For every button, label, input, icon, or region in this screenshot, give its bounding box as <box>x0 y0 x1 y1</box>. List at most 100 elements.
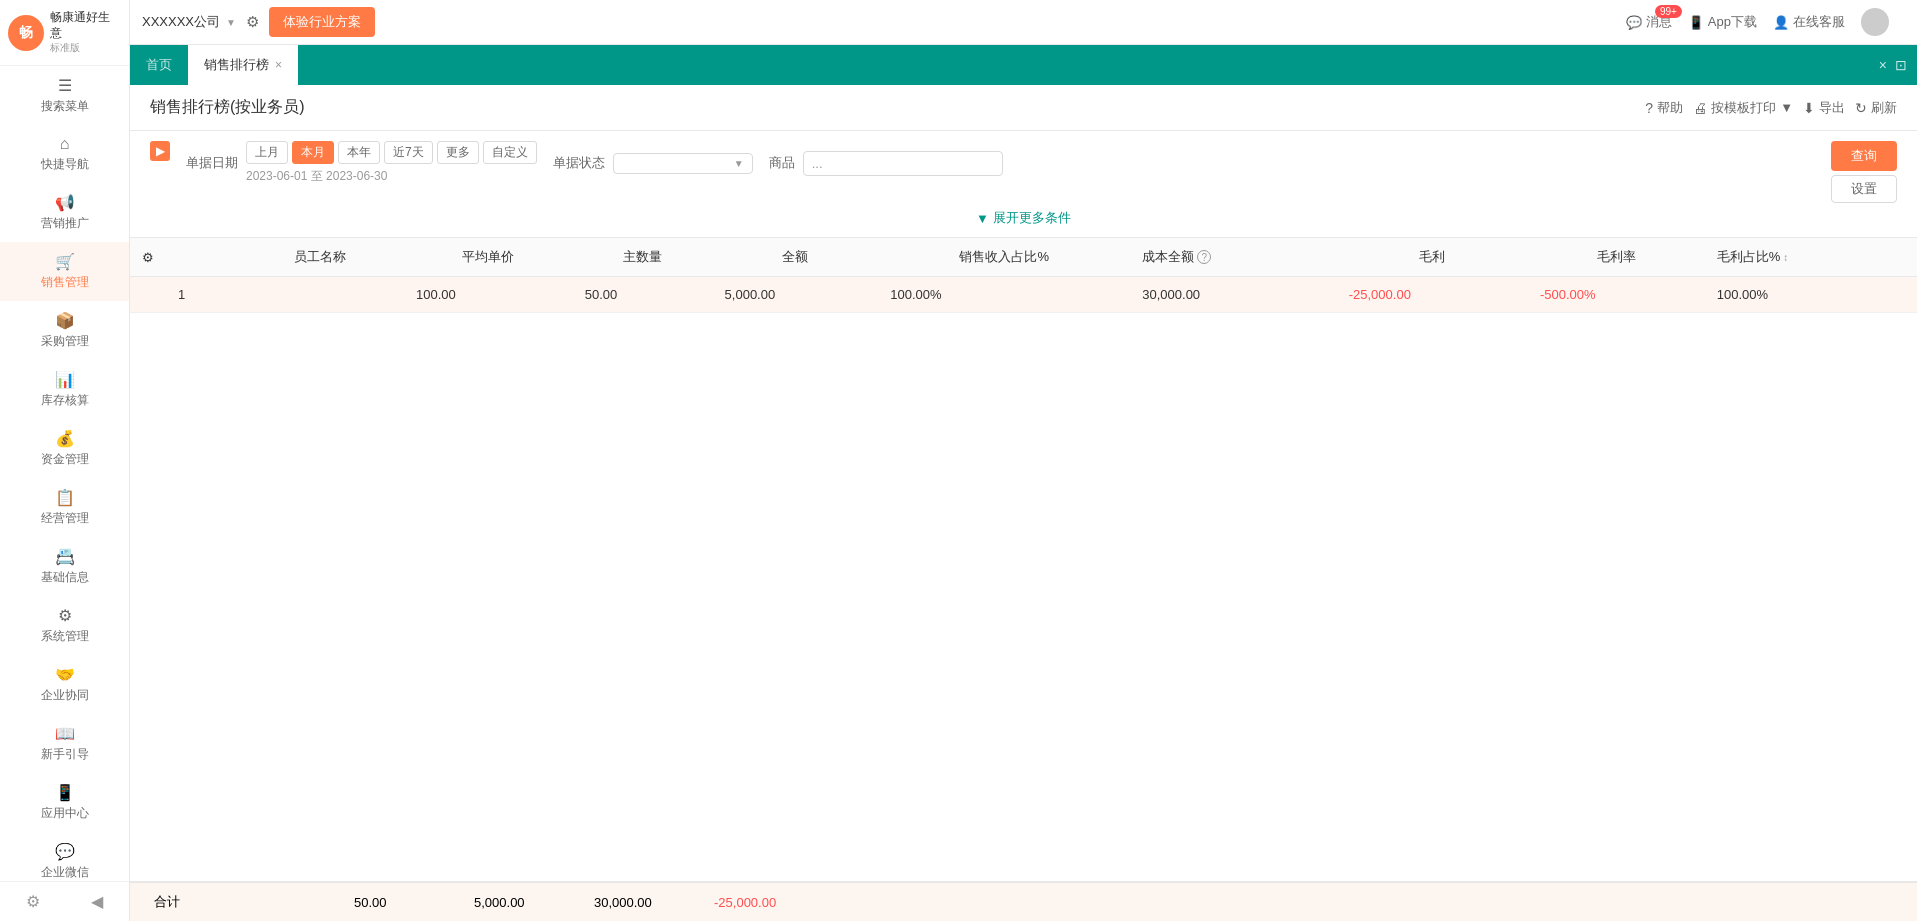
expand-more-btn[interactable]: ▼ 展开更多条件 <box>976 209 1071 227</box>
footer-amount: 5,000.00 <box>462 895 582 910</box>
logo-sub: 标准版 <box>50 41 121 55</box>
header-settings-icon[interactable]: ⚙ <box>246 13 259 31</box>
cost-help-icon[interactable]: ? <box>1197 250 1211 264</box>
collapse-icon[interactable]: ◀ <box>91 892 103 911</box>
sidebar-item-system[interactable]: ⚙ 系统管理 <box>0 596 129 655</box>
base-info-icon: 📇 <box>55 547 75 566</box>
date-btns-row: 上月 本月 本年 近7天 更多 自定义 <box>246 141 537 164</box>
qty-cell: 50.00 <box>573 277 713 313</box>
filter-toggle-arrow[interactable]: ▶ <box>150 141 170 161</box>
col-gross-profit: 毛利 <box>1337 238 1528 277</box>
app-download-btn[interactable]: 📱 App下载 <box>1688 13 1757 31</box>
sidebar-item-label: 企业协同 <box>41 687 89 704</box>
tab-bar-actions: × ⊡ <box>1869 45 1917 85</box>
tab-bar: 首页 销售排行榜 × × ⊡ <box>130 45 1917 85</box>
date-btn-this-year[interactable]: 本年 <box>338 141 380 164</box>
table-container: ⚙ 员工名称 平均单价 主数量 全额 <box>130 238 1917 881</box>
sidebar-item-quick-nav[interactable]: ⌂ 快捷导航 <box>0 125 129 183</box>
online-service-btn[interactable]: 👤 在线客服 <box>1773 13 1845 31</box>
goods-label: 商品 <box>769 154 795 172</box>
wechat-icon: 💬 <box>55 842 75 861</box>
sidebar-item-guide[interactable]: 📖 新手引导 <box>0 714 129 773</box>
date-btn-last-month[interactable]: 上月 <box>246 141 288 164</box>
status-filter: 单据状态 ▼ <box>553 153 753 174</box>
page-actions: ? 帮助 🖨 按模板打印 ▼ ⬇ 导出 ↻ 刷新 <box>1645 99 1897 117</box>
sidebar-item-operations[interactable]: 📋 经营管理 <box>0 478 129 537</box>
goods-filter: 商品 ... <box>769 151 1003 176</box>
sidebar-item-finance[interactable]: 💰 资金管理 <box>0 419 129 478</box>
tab-active-label: 销售排行榜 <box>204 56 269 74</box>
date-filter-label: 单据日期 <box>186 154 238 172</box>
trial-button[interactable]: 体验行业方案 <box>269 7 375 37</box>
top-header: XXXXXX公司 ▼ ⚙ 体验行业方案 💬 消息 99+ 📱 App下载 👤 在… <box>130 0 1917 45</box>
date-btn-this-month[interactable]: 本月 <box>292 141 334 164</box>
company-selector[interactable]: XXXXXX公司 ▼ <box>142 13 236 31</box>
goods-input-text: ... <box>812 156 994 171</box>
filter-section: ▶ 单据日期 上月 本月 本年 近7天 更多 自 <box>130 131 1917 238</box>
tab-home[interactable]: 首页 <box>130 45 188 85</box>
col-gross-rate: 毛利率 <box>1528 238 1705 277</box>
tab-close-icon[interactable]: × <box>275 58 282 72</box>
sidebar-item-label: 采购管理 <box>41 333 89 350</box>
sidebar-item-search-order[interactable]: ☰ 搜索菜单 <box>0 66 129 125</box>
footer-cost: 30,000.00 <box>582 895 702 910</box>
date-filter-group: 上月 本月 本年 近7天 更多 自定义 2023-06-01 至 2023-06… <box>246 141 537 185</box>
sidebar-item-label: 企业微信 <box>41 864 89 881</box>
guide-icon: 📖 <box>55 724 75 743</box>
status-select[interactable]: ▼ <box>613 153 753 174</box>
sidebar-item-label: 系统管理 <box>41 628 89 645</box>
col-settings[interactable]: ⚙ <box>130 238 166 277</box>
window-close-btn[interactable]: × <box>1879 57 1887 73</box>
sidebar-item-marketing[interactable]: 📢 营销推广 <box>0 183 129 242</box>
sidebar-item-enterprise[interactable]: 🤝 企业协同 <box>0 655 129 714</box>
export-label: 导出 <box>1819 99 1845 117</box>
finance-icon: 💰 <box>55 429 75 448</box>
sidebar-item-purchase[interactable]: 📦 采购管理 <box>0 301 129 360</box>
gross-rate-cell: -500.00% <box>1528 277 1705 313</box>
col-sales-ratio: 销售收入占比% <box>878 238 1130 277</box>
page-header: 销售排行榜(按业务员) ? 帮助 🖨 按模板打印 ▼ ⬇ 导出 ↻ 刷新 <box>130 85 1917 131</box>
export-btn[interactable]: ⬇ 导出 <box>1803 99 1845 117</box>
data-table: ⚙ 员工名称 平均单价 主数量 全额 <box>130 238 1917 313</box>
query-btn-group: 查询 设置 <box>1831 141 1897 203</box>
sidebar-item-sales[interactable]: 🛒 销售管理 <box>0 242 129 301</box>
date-filter: 单据日期 上月 本月 本年 近7天 更多 自定义 2023-06-01 至 20… <box>186 141 537 185</box>
date-btn-7days[interactable]: 近7天 <box>384 141 433 164</box>
settings-bottom-icon[interactable]: ⚙ <box>26 892 40 911</box>
sidebar-item-inventory[interactable]: 📊 库存核算 <box>0 360 129 419</box>
date-btn-custom[interactable]: 自定义 <box>483 141 537 164</box>
message-icon: 💬 <box>1626 15 1642 30</box>
filter-settings-button[interactable]: 设置 <box>1831 175 1897 203</box>
tab-sales-ranking[interactable]: 销售排行榜 × <box>188 45 298 85</box>
query-button[interactable]: 查询 <box>1831 141 1897 171</box>
date-btn-more[interactable]: 更多 <box>437 141 479 164</box>
name-cell <box>235 277 404 313</box>
sidebar-item-label: 营销推广 <box>41 215 89 232</box>
table-body: 1 100.00 50.00 5,000.00 100.00% 30,000.0… <box>130 277 1917 313</box>
page-title: 销售排行榜(按业务员) <box>150 97 1645 118</box>
filter-main-row: ▶ 单据日期 上月 本月 本年 近7天 更多 自 <box>150 141 1897 203</box>
purchase-icon: 📦 <box>55 311 75 330</box>
sidebar-nav: ☰ 搜索菜单 ⌂ 快捷导航 📢 营销推广 🛒 销售管理 📦 采购管理 📊 库存核… <box>0 66 129 881</box>
sidebar-item-label: 快捷导航 <box>41 156 89 173</box>
refresh-label: 刷新 <box>1871 99 1897 117</box>
message-btn[interactable]: 💬 消息 99+ <box>1626 13 1672 31</box>
gross-profit-cell: -25,000.00 <box>1337 277 1528 313</box>
goods-input[interactable]: ... <box>803 151 1003 176</box>
sidebar-item-base-info[interactable]: 📇 基础信息 <box>0 537 129 596</box>
gross-ratio-sort-icon[interactable]: ↕ <box>1783 252 1788 263</box>
sidebar-item-label: 资金管理 <box>41 451 89 468</box>
page-content: 销售排行榜(按业务员) ? 帮助 🖨 按模板打印 ▼ ⬇ 导出 ↻ 刷新 <box>130 85 1917 921</box>
cost-amount-cell: 30,000.00 <box>1130 277 1336 313</box>
sidebar-item-app-center[interactable]: 📱 应用中心 <box>0 773 129 832</box>
user-avatar[interactable] <box>1861 8 1889 36</box>
sidebar-item-label: 销售管理 <box>41 274 89 291</box>
help-btn[interactable]: ? 帮助 <box>1645 99 1683 117</box>
print-btn[interactable]: 🖨 按模板打印 ▼ <box>1693 99 1793 117</box>
header-right: 💬 消息 99+ 📱 App下载 👤 在线客服 <box>1626 8 1905 36</box>
col-qty: 主数量 <box>573 238 713 277</box>
sidebar-item-wechat[interactable]: 💬 企业微信 <box>0 832 129 881</box>
refresh-btn[interactable]: ↻ 刷新 <box>1855 99 1897 117</box>
logo-icon: 畅 <box>8 15 44 51</box>
window-expand-btn[interactable]: ⊡ <box>1895 57 1907 73</box>
